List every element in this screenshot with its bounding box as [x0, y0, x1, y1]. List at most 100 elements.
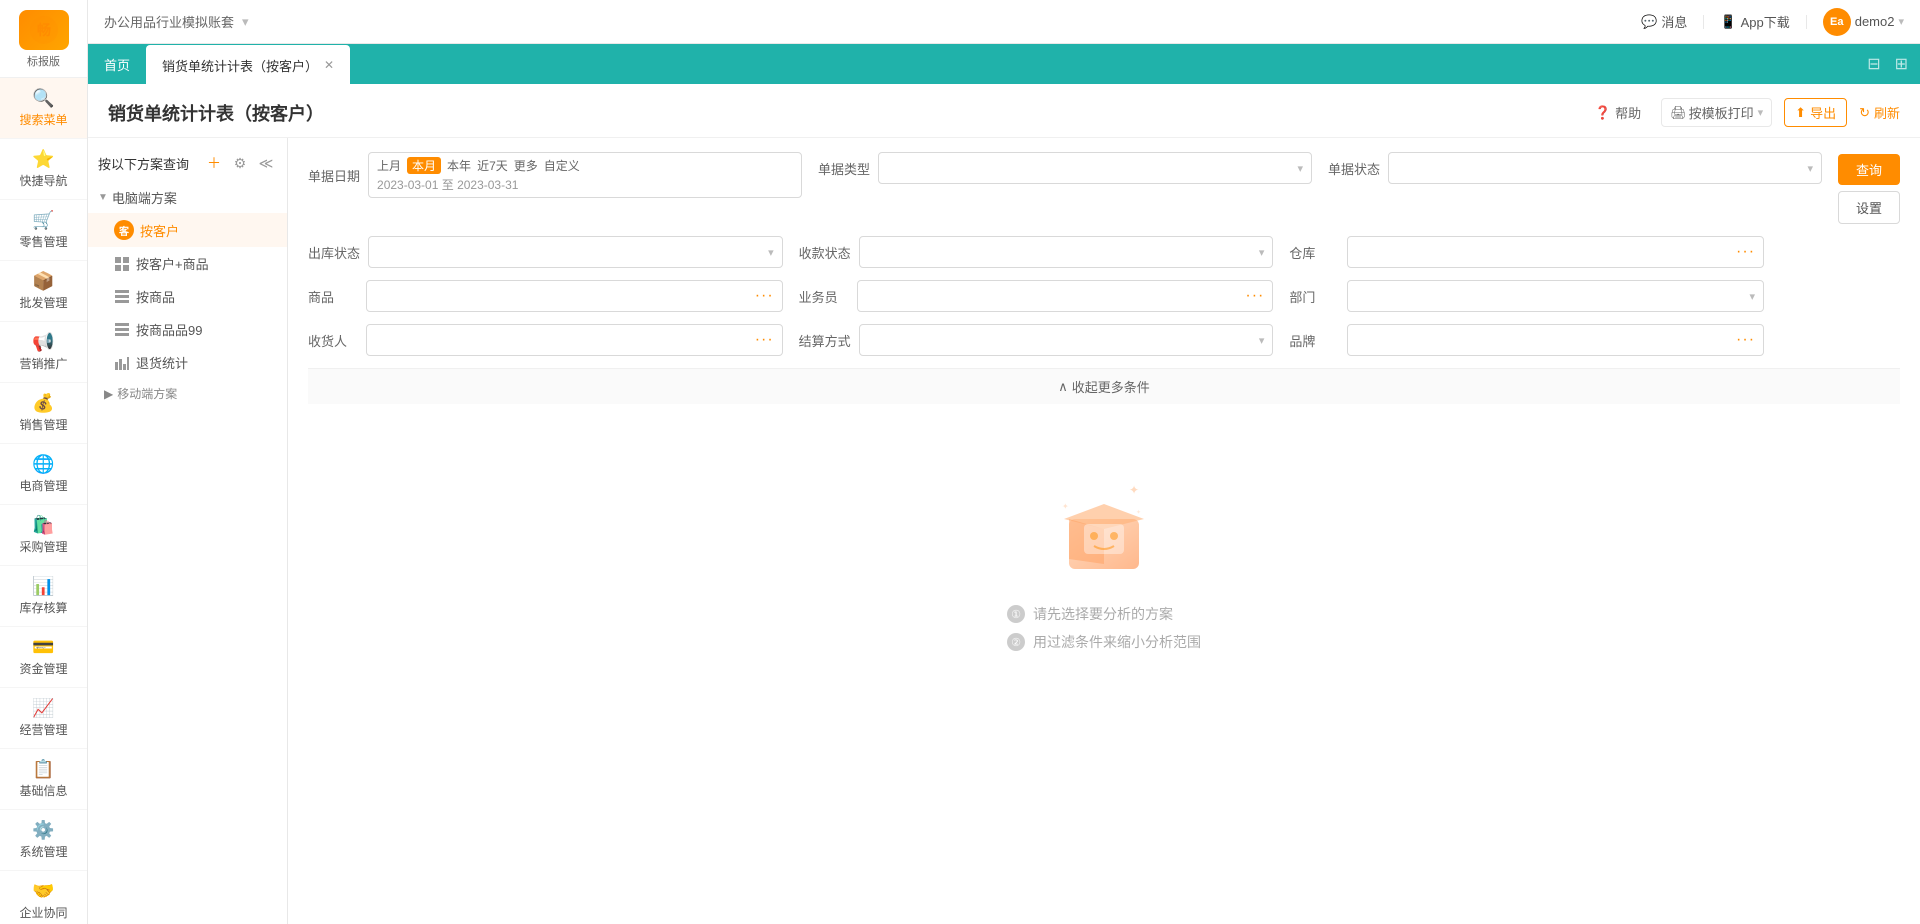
top-header: 办公用品行业模拟账套 ▾ 💬 消息 📱 App下载 Ea demo2 ▾ [88, 0, 1920, 44]
sidebar-item-operations[interactable]: 📈 经营管理 [0, 688, 87, 749]
brand-select[interactable]: ··· [1347, 324, 1764, 356]
product-select[interactable]: ··· [366, 280, 783, 312]
purchase-icon: 🛍️ [32, 515, 54, 536]
sidebar-item-label: 营销推广 [19, 355, 67, 372]
search-button[interactable]: 查询 [1838, 154, 1900, 185]
scheme-group-desktop-header[interactable]: ▼ 电脑端方案 [88, 182, 287, 213]
divider [1703, 15, 1704, 29]
tab-close-icon[interactable]: ✕ [324, 58, 334, 72]
help-button[interactable]: ❓ 帮助 [1587, 99, 1649, 126]
settlement-select[interactable]: ▾ [859, 324, 1274, 356]
collapse-label: 收起更多条件 [1072, 377, 1150, 396]
sidebar-item-sales[interactable]: 💰 销售管理 [0, 383, 87, 444]
department-select[interactable]: ▾ [1347, 280, 1764, 312]
sidebar-item-system[interactable]: ⚙️ 系统管理 [0, 810, 87, 871]
template-print-button[interactable]: 🖨 按模板打印 ▾ [1661, 98, 1772, 127]
tip-num-2: ② [1007, 633, 1025, 651]
scheme-panel: 按以下方案查询 ＋ ⚙ ≪ [88, 138, 288, 924]
sidebar-item-marketing[interactable]: 📢 营销推广 [0, 322, 87, 383]
scheme-group-mobile-header[interactable]: ▶ 移动端方案 [88, 379, 287, 408]
scheme-item-by-customer[interactable]: 客 按客户 [88, 213, 287, 247]
sidebar-item-label: 快捷导航 [19, 172, 67, 189]
sidebar-item-label: 零售管理 [19, 233, 67, 250]
order-status-select[interactable]: ▾ [1388, 152, 1822, 184]
warehouse-dots-icon: ··· [1736, 243, 1755, 261]
sidebar-item-search-menu[interactable]: 🔍 搜索菜单 [0, 78, 87, 139]
message-button[interactable]: 💬 消息 [1641, 12, 1687, 31]
sidebar-item-quick-nav[interactable]: ⭐ 快捷导航 [0, 139, 87, 200]
scheme-item-by-product-99[interactable]: 按商品品99 [88, 313, 287, 346]
header-breadcrumb-area: 办公用品行业模拟账套 ▾ [104, 12, 249, 31]
sidebar-item-basic-info[interactable]: 📋 基础信息 [0, 749, 87, 810]
brand-label: 品牌 [1289, 331, 1339, 350]
user-profile[interactable]: Ea demo2 ▾ [1823, 8, 1904, 36]
scheme-item-label: 按客户 [140, 221, 179, 240]
export-button[interactable]: ⬆ 导出 [1784, 98, 1847, 127]
sidebar-item-wholesale[interactable]: 📦 批发管理 [0, 261, 87, 322]
sidebar-item-label: 搜索菜单 [19, 111, 67, 128]
enterprise-icon: 🤝 [32, 881, 54, 902]
basic-info-icon: 📋 [32, 759, 54, 780]
department-chevron-icon: ▾ [1749, 290, 1755, 303]
refresh-button[interactable]: ↻ 刷新 [1859, 103, 1900, 122]
avatar-text: Ea [1830, 16, 1843, 28]
page-title: 销货单统计计表（按客户） [108, 100, 324, 126]
help-icon: ❓ [1595, 105, 1611, 121]
chevron-down-icon: ▼ [98, 192, 108, 203]
settings-button[interactable]: 设置 [1838, 191, 1900, 224]
scheme-item-label: 退货统计 [136, 353, 188, 372]
maximize-icon[interactable]: ⊞ [1895, 54, 1908, 74]
scheme-add-button[interactable]: ＋ [203, 152, 225, 174]
order-type-chevron-icon: ▾ [1297, 162, 1303, 175]
scheme-item-by-customer-product[interactable]: 按客户+商品 [88, 247, 287, 280]
collapse-filters-button[interactable]: ∧ 收起更多条件 [308, 368, 1900, 404]
filter-panel: 单据日期 上月 本月 本年 近7天 更多 自定义 20 [288, 138, 1920, 924]
wholesale-icon: 📦 [32, 271, 54, 292]
payment-select[interactable]: ▾ [859, 236, 1274, 268]
scheme-item-by-product[interactable]: 按商品 [88, 280, 287, 313]
sidebar-item-ecommerce[interactable]: 🌐 电商管理 [0, 444, 87, 505]
app-download-button[interactable]: 📱 App下载 [1720, 12, 1789, 31]
sidebar-item-retail[interactable]: 🛒 零售管理 [0, 200, 87, 261]
empty-tip-2: ② 用过滤条件来缩小分析范围 [1007, 632, 1201, 652]
sidebar-item-purchase[interactable]: 🛍️ 采购管理 [0, 505, 87, 566]
date-preset-custom[interactable]: 自定义 [544, 157, 580, 174]
warehouse-select[interactable]: ··· [1347, 236, 1764, 268]
scheme-collapse-button[interactable]: ≪ [255, 152, 277, 174]
scheme-item-return-stats[interactable]: 退货统计 [88, 346, 287, 379]
tab-sales-stats[interactable]: 销货单统计计表（按客户） ✕ [146, 45, 350, 85]
empty-tip-1-text: 请先选择要分析的方案 [1033, 604, 1173, 624]
app-download-icon: 📱 [1720, 14, 1736, 30]
sidebar-item-label: 销售管理 [19, 416, 67, 433]
shipment-chevron-icon: ▾ [768, 246, 774, 259]
empty-tip-2-text: 用过滤条件来缩小分析范围 [1033, 632, 1201, 652]
minimize-icon[interactable]: ⊟ [1867, 54, 1880, 74]
chart-icon [114, 355, 130, 371]
sidebar-item-label: 经营管理 [19, 721, 67, 738]
salesperson-select[interactable]: ··· [857, 280, 1274, 312]
date-preset-more[interactable]: 更多 [514, 157, 538, 174]
marketing-icon: 📢 [32, 332, 54, 353]
sidebar-item-finance[interactable]: 💳 资金管理 [0, 627, 87, 688]
date-preset-this-month[interactable]: 本月 [407, 157, 441, 174]
order-status-chevron-icon: ▾ [1807, 162, 1813, 175]
home-tab-label: 首页 [104, 55, 130, 74]
recipient-select[interactable]: ··· [366, 324, 783, 356]
shipment-select[interactable]: ▾ [368, 236, 783, 268]
date-preset-this-year[interactable]: 本年 [447, 157, 471, 174]
user-chevron-icon: ▾ [1898, 15, 1904, 28]
scheme-settings-button[interactable]: ⚙ [229, 152, 251, 174]
export-icon: ⬆ [1795, 105, 1806, 121]
date-preset-prev-month[interactable]: 上月 [377, 157, 401, 174]
empty-tips: ① 请先选择要分析的方案 ② 用过滤条件来缩小分析范围 [1007, 604, 1201, 652]
payment-label: 收款状态 [799, 243, 851, 262]
sidebar-item-inventory[interactable]: 📊 库存核算 [0, 566, 87, 627]
date-preset-7days[interactable]: 近7天 [477, 157, 508, 174]
customer-avatar-icon: 客 [114, 220, 134, 240]
sidebar-item-enterprise[interactable]: 🤝 企业协同 [0, 871, 87, 924]
search-menu-icon: 🔍 [32, 88, 54, 109]
sidebar-logo: 畅 标报版 [0, 0, 87, 78]
order-type-select[interactable]: ▾ [878, 152, 1312, 184]
tab-home[interactable]: 首页 [88, 44, 146, 84]
retail-icon: 🛒 [32, 210, 54, 231]
